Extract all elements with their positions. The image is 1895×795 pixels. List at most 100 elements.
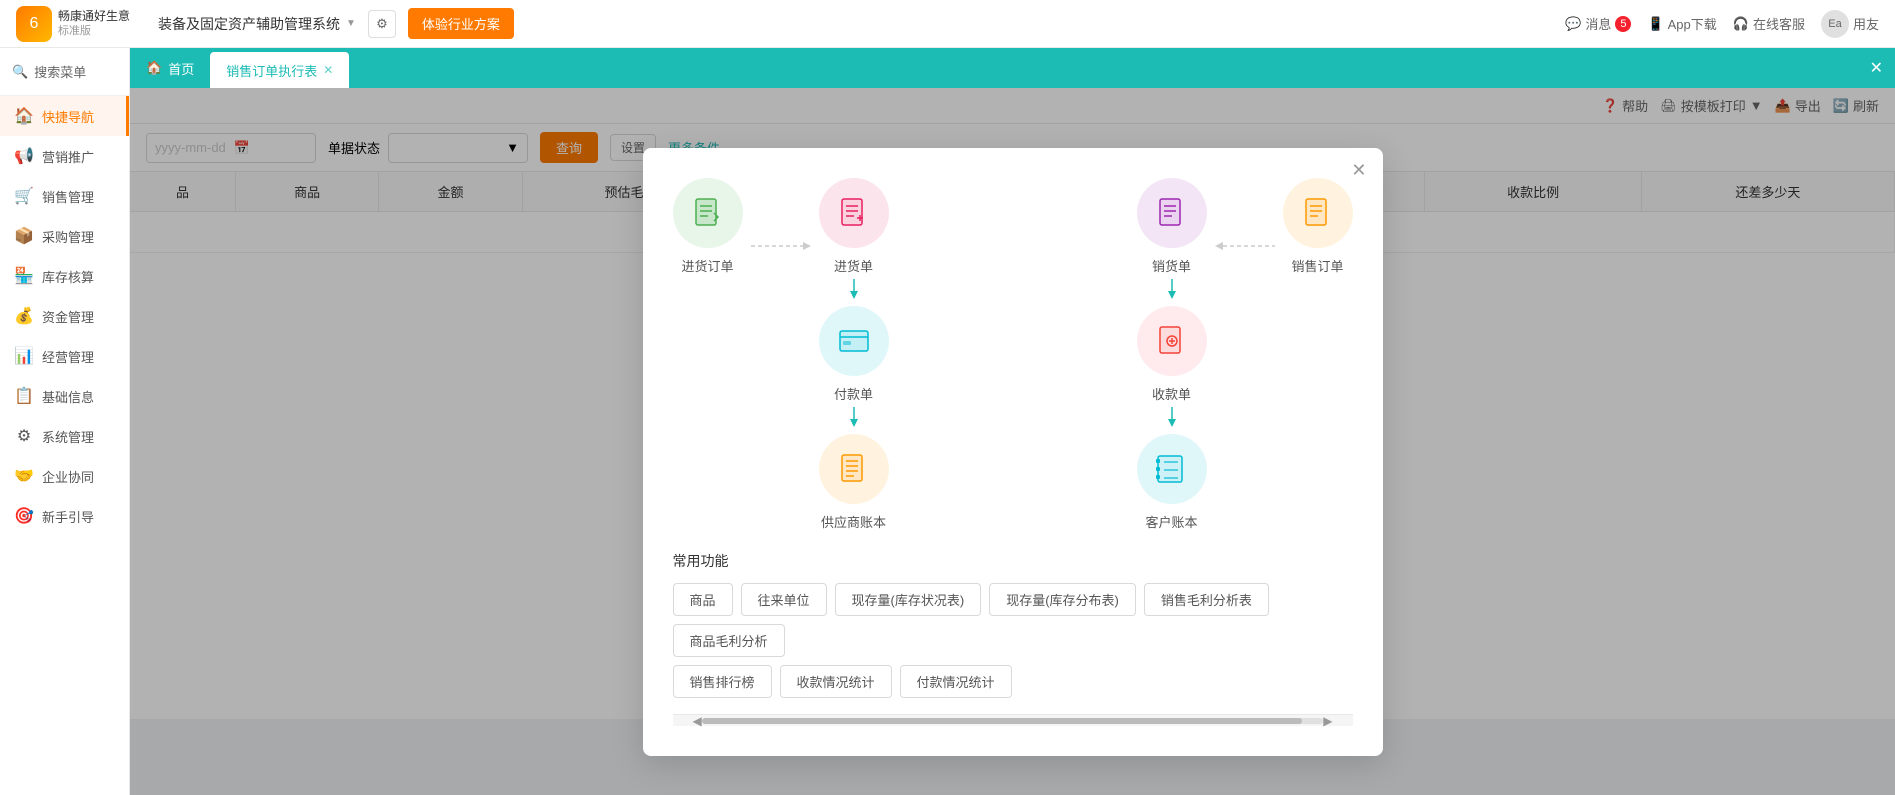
common-buttons-row-2: 销售排行榜 收款情况统计 付款情况统计 (673, 665, 1353, 698)
page-content: ❓ 帮助 🖨 按模板打印 ▼ 📤 导出 🔄 (130, 88, 1895, 795)
scroll-right-arrow[interactable]: ▶ (1323, 714, 1332, 728)
sidebar-item-newbie[interactable]: 🎯 新手引导 (0, 496, 129, 536)
purchase-bill-down-arrow (819, 279, 889, 302)
home-icon: 🏠 (146, 60, 162, 76)
marketing-icon: 📢 (14, 146, 34, 166)
sidebar-search[interactable]: 🔍 搜索菜单 (0, 48, 129, 96)
user-avatar: Ea (1821, 10, 1849, 38)
modal-scrollbar: ◀ ▶ (673, 714, 1353, 726)
logo-text: 畅康通好生意 标准版 (58, 9, 130, 39)
sidebar-item-enterprise[interactable]: 🤝 企业协同 (0, 456, 129, 496)
main-area: 🔍 搜索菜单 🏠 快捷导航 📢 营销推广 🛒 销售管理 📦 采购管理 (0, 48, 1895, 795)
payment-order-circle (819, 306, 889, 376)
app-download-button[interactable]: 📱 App下载 (1647, 14, 1716, 33)
sales-bill-circle (1137, 178, 1207, 248)
user-menu-button[interactable]: Ea 用友 (1821, 10, 1879, 38)
modal-overlay: ✕ 进货订单 (130, 88, 1895, 795)
receipt-order-down-arrow (1137, 407, 1207, 430)
wf-row-2-arrows (673, 279, 1353, 302)
tab-close-sales-orders[interactable]: ✕ (323, 63, 333, 77)
search-icon: 🔍 (12, 64, 28, 80)
common-btn-receipt-stats[interactable]: 收款情况统计 (780, 665, 892, 698)
headset-icon: 🎧 (1733, 16, 1749, 32)
modal-close-button[interactable]: ✕ (1351, 160, 1366, 181)
finance-icon: 💰 (14, 306, 34, 326)
common-functions-title: 常用功能 (673, 551, 1353, 571)
sales-order-circle (1283, 178, 1353, 248)
scroll-left-arrow[interactable]: ◀ (693, 714, 702, 728)
quick-nav-icon: 🏠 (14, 106, 34, 126)
wf-row-3: 付款单 收款单 (673, 306, 1353, 403)
sales-bill-down-arrow (1137, 279, 1207, 302)
supplier-ledger-circle (819, 434, 889, 504)
common-btn-stock-dist[interactable]: 现存量(库存分布表) (989, 583, 1136, 616)
sidebar: 🔍 搜索菜单 🏠 快捷导航 📢 营销推广 🛒 销售管理 📦 采购管理 (0, 48, 130, 795)
sidebar-item-purchase[interactable]: 📦 采购管理 (0, 216, 129, 256)
system-name: 装备及固定资产辅助管理系统 ▼ (158, 14, 356, 34)
top-bar: 6 畅康通好生意 标准版 装备及固定资产辅助管理系统 ▼ ⚙ 体验行业方案 💬 … (0, 0, 1895, 48)
inventory-icon: 🏪 (14, 266, 34, 286)
wf-row-5: 供应商账本 客户账本 (673, 434, 1353, 531)
scrollbar-track[interactable] (702, 718, 1324, 724)
receipt-order-circle (1137, 306, 1207, 376)
sidebar-item-quick-nav[interactable]: 🏠 快捷导航 (0, 96, 129, 136)
sidebar-item-finance[interactable]: 💰 资金管理 (0, 296, 129, 336)
wf-sales-order[interactable]: 销售订单 (1283, 178, 1353, 275)
scrollbar-thumb[interactable] (702, 718, 1302, 724)
common-btn-product[interactable]: 商品 (673, 583, 733, 616)
wf-customer-ledger[interactable]: 客户账本 (1137, 434, 1207, 531)
wf-purchase-order[interactable]: 进货订单 (673, 178, 743, 275)
content-area: 🏠 首页 销售订单执行表 ✕ ✕ ❓ 帮助 (130, 48, 1895, 795)
phone-icon: 📱 (1647, 16, 1663, 32)
system-dropdown-arrow[interactable]: ▼ (346, 18, 356, 29)
wf-row-1: 进货订单 (673, 178, 1353, 275)
wf-payment-order[interactable]: 付款单 (819, 306, 889, 403)
message-badge: 5 (1615, 16, 1631, 32)
brand-icon: 6 (16, 6, 52, 42)
sidebar-item-inventory[interactable]: 🏪 库存核算 (0, 256, 129, 296)
tab-bar-close-button[interactable]: ✕ (1870, 58, 1883, 78)
sales-icon: 🛒 (14, 186, 34, 206)
wf-receipt-order[interactable]: 收款单 (1137, 306, 1207, 403)
message-button[interactable]: 💬 消息 5 (1565, 14, 1631, 33)
top-right-area: 💬 消息 5 📱 App下载 🎧 在线客服 Ea 用友 (1565, 10, 1879, 38)
arrow-purchase-order-bill (743, 239, 819, 253)
enterprise-icon: 🤝 (14, 466, 34, 486)
experience-button[interactable]: 体验行业方案 (408, 8, 514, 39)
basic-info-icon: 📋 (14, 386, 34, 406)
sidebar-item-marketing[interactable]: 📢 营销推广 (0, 136, 129, 176)
sidebar-item-operations[interactable]: 📊 经营管理 (0, 336, 129, 376)
tab-bar: 🏠 首页 销售订单执行表 ✕ ✕ (130, 48, 1895, 88)
newbie-icon: 🎯 (14, 506, 34, 526)
gear-button[interactable]: ⚙ (368, 10, 396, 38)
wf-sales-bill[interactable]: 销货单 (1137, 178, 1207, 275)
common-btn-stock-status[interactable]: 现存量(库存状况表) (835, 583, 982, 616)
workflow-diagram: 进货订单 (673, 178, 1353, 531)
common-functions: 常用功能 商品 往来单位 现存量(库存状况表) 现存量(库存分布表) 销售毛利分… (673, 551, 1353, 698)
wf-row-4-arrows (673, 407, 1353, 430)
common-btn-partners[interactable]: 往来单位 (741, 583, 827, 616)
common-btn-sales-profit[interactable]: 销售毛利分析表 (1144, 583, 1269, 616)
tab-sales-orders[interactable]: 销售订单执行表 ✕ (210, 52, 349, 88)
quick-nav-modal: ✕ 进货订单 (643, 148, 1383, 756)
message-icon: 💬 (1565, 16, 1581, 32)
purchase-icon: 📦 (14, 226, 34, 246)
app-container: 6 畅康通好生意 标准版 装备及固定资产辅助管理系统 ▼ ⚙ 体验行业方案 💬 … (0, 0, 1895, 795)
tab-home[interactable]: 🏠 首页 (130, 48, 210, 88)
brand-icon-char: 6 (30, 15, 39, 33)
operations-icon: 📊 (14, 346, 34, 366)
sidebar-item-system[interactable]: ⚙ 系统管理 (0, 416, 129, 456)
system-icon: ⚙ (14, 426, 34, 446)
logo-area: 6 畅康通好生意 标准版 (16, 6, 146, 42)
sidebar-item-basic-info[interactable]: 📋 基础信息 (0, 376, 129, 416)
common-buttons-row-1: 商品 往来单位 现存量(库存状况表) 现存量(库存分布表) 销售毛利分析表 商品… (673, 583, 1353, 657)
common-btn-payment-stats[interactable]: 付款情况统计 (900, 665, 1012, 698)
common-btn-product-profit[interactable]: 商品毛利分析 (673, 624, 785, 657)
wf-supplier-ledger[interactable]: 供应商账本 (819, 434, 889, 531)
online-service-button[interactable]: 🎧 在线客服 (1733, 14, 1805, 33)
wf-purchase-bill[interactable]: 进货单 (819, 178, 889, 275)
sidebar-item-sales[interactable]: 🛒 销售管理 (0, 176, 129, 216)
customer-ledger-circle (1137, 434, 1207, 504)
common-btn-sales-ranking[interactable]: 销售排行榜 (673, 665, 772, 698)
arrow-sales-order-bill (1207, 239, 1283, 253)
